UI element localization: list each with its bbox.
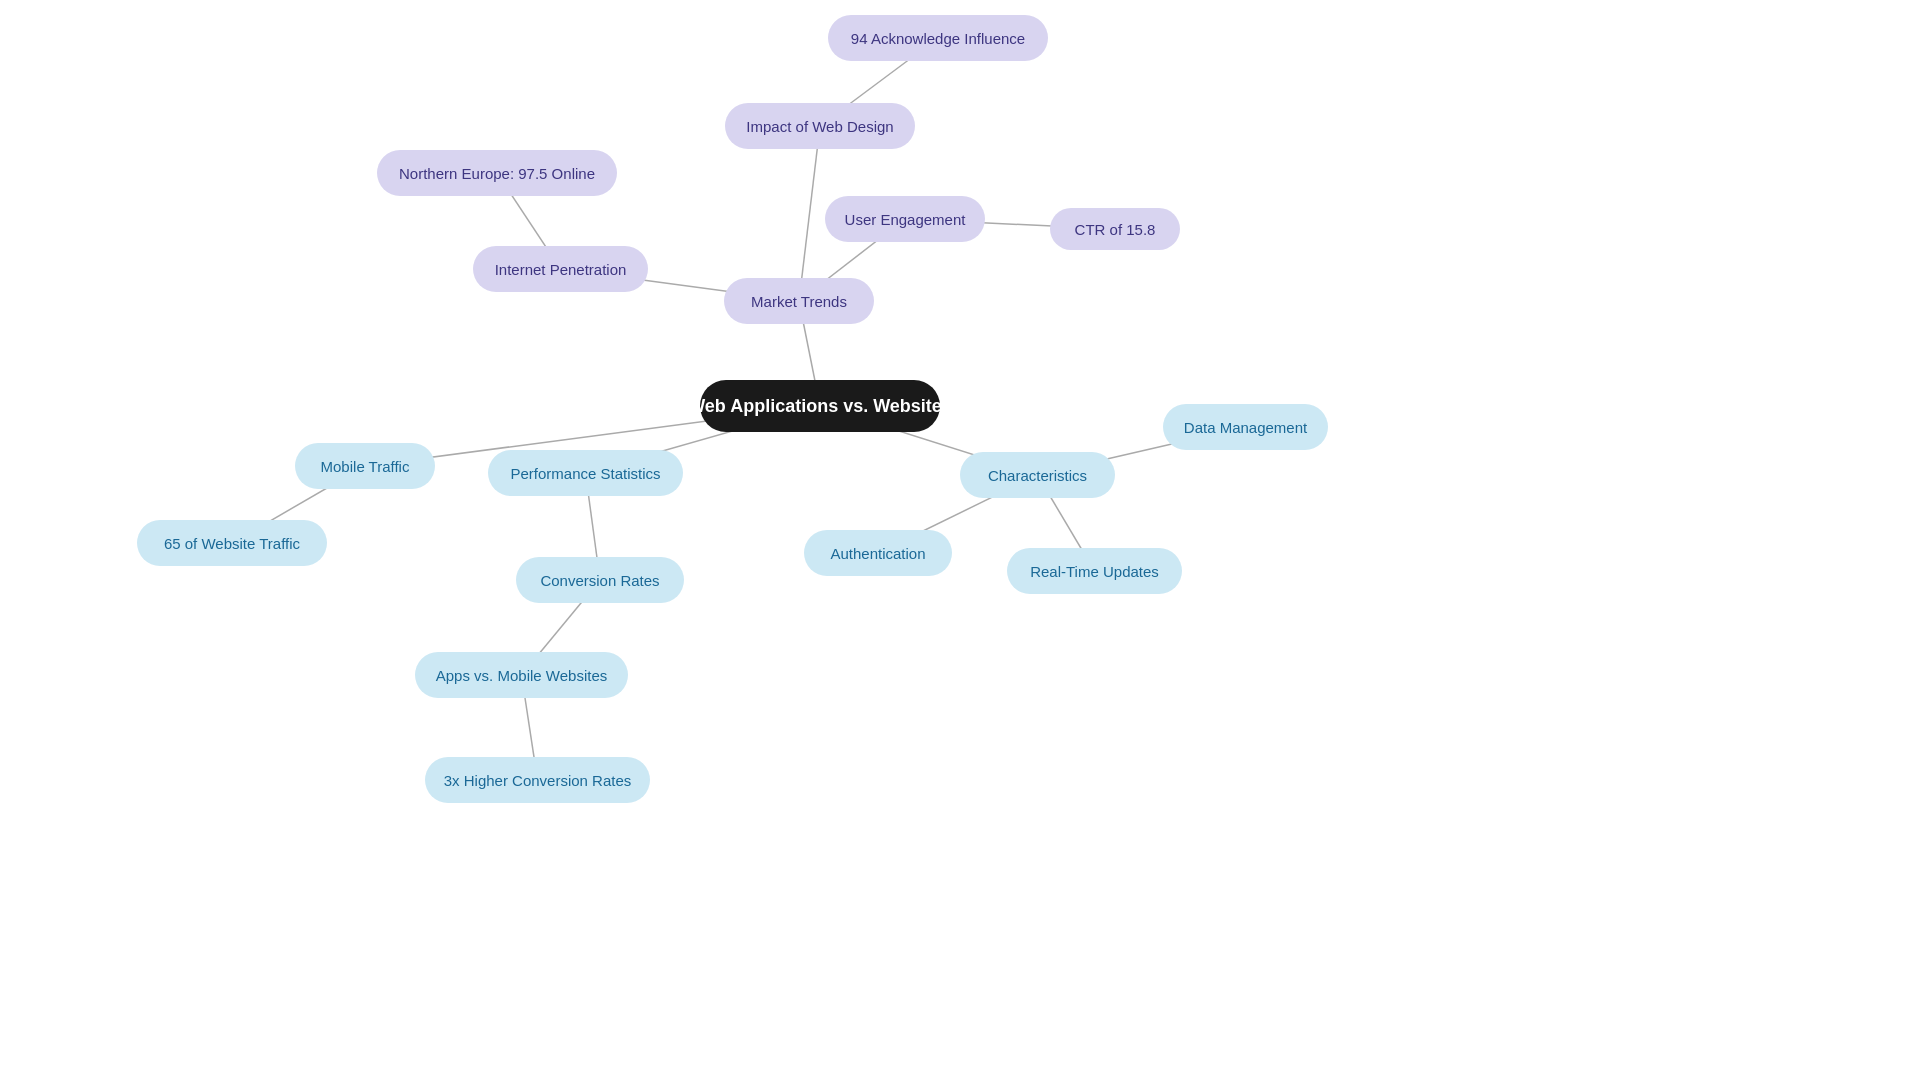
market-trends-node[interactable]: Market Trends (724, 278, 874, 324)
conversion-rates-node[interactable]: Conversion Rates (516, 557, 684, 603)
internet-penetration-node[interactable]: Internet Penetration (473, 246, 648, 292)
apps-mobile-node[interactable]: Apps vs. Mobile Websites (415, 652, 628, 698)
ctr-node[interactable]: CTR of 15.8 (1050, 208, 1180, 250)
higher-conversion-node[interactable]: 3x Higher Conversion Rates (425, 757, 650, 803)
performance-stats-node[interactable]: Performance Statistics (488, 450, 683, 496)
data-management-node[interactable]: Data Management (1163, 404, 1328, 450)
web-design-node[interactable]: Impact of Web Design (725, 103, 915, 149)
real-time-node[interactable]: Real-Time Updates (1007, 548, 1182, 594)
acknowledge-node[interactable]: 94 Acknowledge Influence (828, 15, 1048, 61)
website-traffic-node[interactable]: 65 of Website Traffic (137, 520, 327, 566)
user-engagement-node[interactable]: User Engagement (825, 196, 985, 242)
northern-europe-node[interactable]: Northern Europe: 97.5 Online (377, 150, 617, 196)
authentication-node[interactable]: Authentication (804, 530, 952, 576)
center-node[interactable]: Web Applications vs. Websites (700, 380, 940, 432)
characteristics-node[interactable]: Characteristics (960, 452, 1115, 498)
svg-line-1 (799, 126, 820, 301)
mobile-traffic-node[interactable]: Mobile Traffic (295, 443, 435, 489)
